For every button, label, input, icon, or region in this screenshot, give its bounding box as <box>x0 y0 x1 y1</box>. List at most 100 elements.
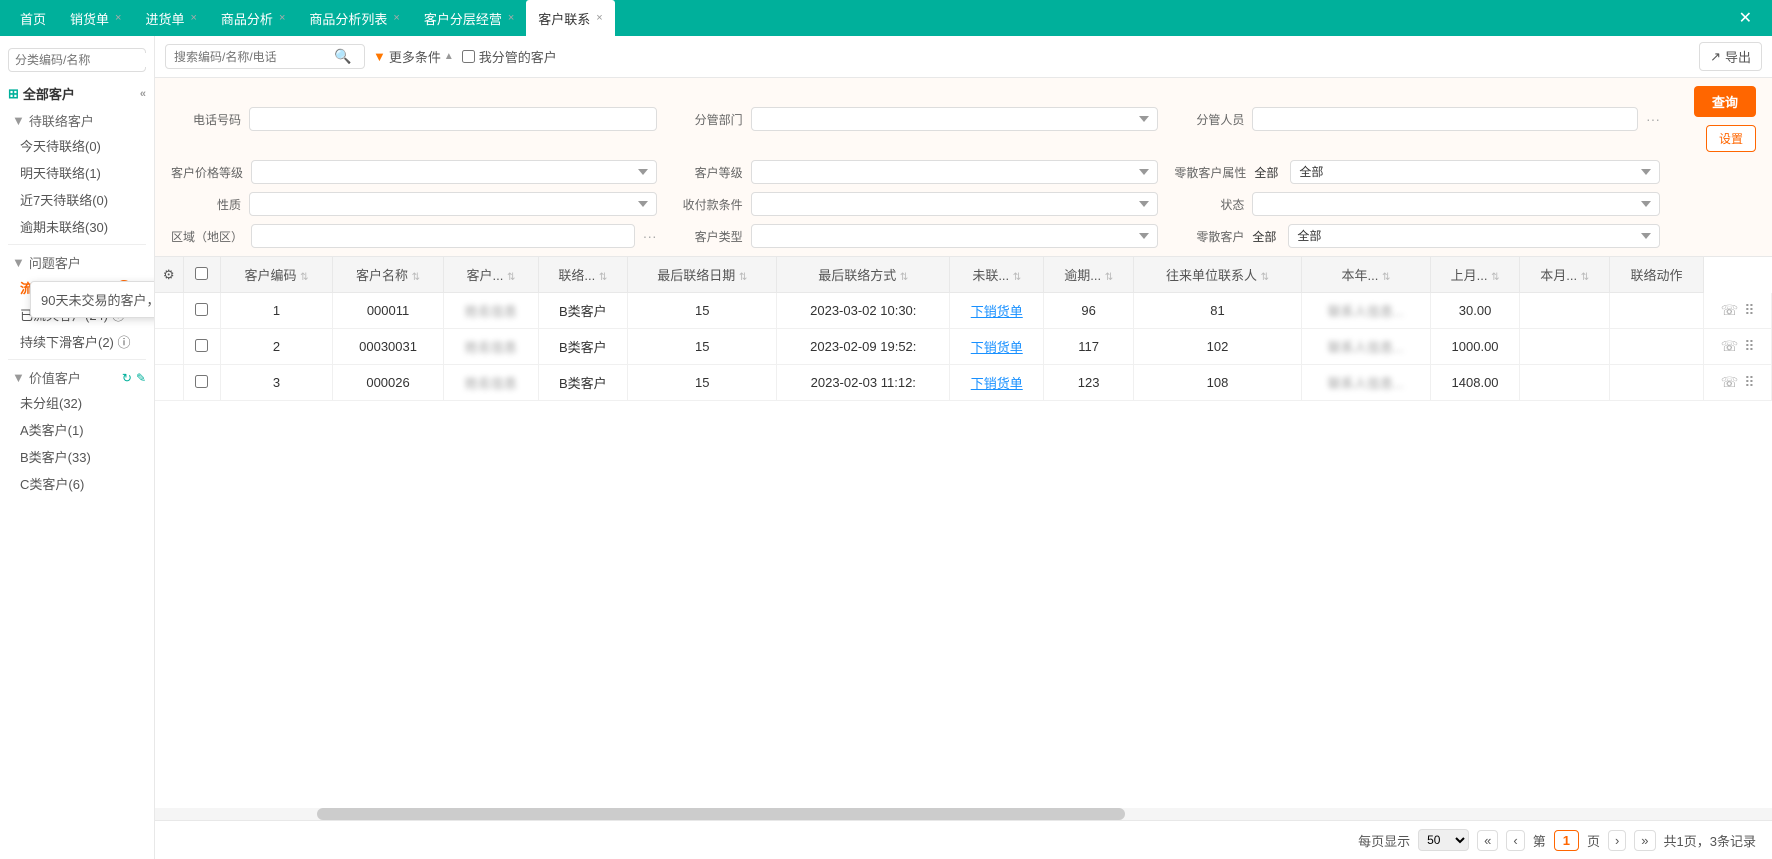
action-contact-icon-0[interactable]: ☏ <box>1721 302 1739 319</box>
sidebar-item-overdue-contact[interactable]: 逾期未联络(30) <box>0 213 154 240</box>
prev-page-btn[interactable]: ‹ <box>1506 830 1524 851</box>
nav-close-product-analysis[interactable]: × <box>279 12 285 24</box>
row-this-year-1: 1000.00 <box>1430 329 1520 365</box>
th-customer-name[interactable]: 客户名称 ⇅ <box>332 257 444 293</box>
table-body: 1 000011 姓名信息 B类客户 15 2023-03-02 10:30: … <box>155 293 1772 401</box>
row-select-1[interactable] <box>195 339 208 352</box>
filter-status-select[interactable] <box>1252 192 1660 216</box>
filter-panel: 电话号码 分管部门 分管人员 ··· 查询 设置 <box>155 78 1772 257</box>
th-last-contact-date[interactable]: 最后联络日期 ⇅ <box>628 257 777 293</box>
filter-phone-input[interactable] <box>249 107 657 131</box>
refresh-icon-value[interactable]: ↻ <box>122 371 132 385</box>
nav-purchase-order[interactable]: 进货单 × <box>133 0 208 36</box>
sidebar-item-7day-contact[interactable]: 近7天待联络(0) <box>0 186 154 213</box>
row-select-2[interactable] <box>195 375 208 388</box>
search-submit-icon[interactable]: 🔍 <box>334 48 351 65</box>
filter-retail-attr-select[interactable]: 全部 <box>1290 160 1660 184</box>
sidebar-group-waiting[interactable]: ▼ 待联络客户 <box>0 107 154 132</box>
sidebar-item-class-a[interactable]: A类客户(1) <box>0 416 154 443</box>
sidebar-collapse-icon[interactable]: « <box>140 88 146 100</box>
filter-nature-select[interactable] <box>249 192 657 216</box>
query-button[interactable]: 查询 <box>1694 86 1756 117</box>
row-this-year-2: 1408.00 <box>1430 365 1520 401</box>
my-customers-checkbox-wrap[interactable]: 我分管的客户 <box>462 47 557 66</box>
th-uncontacted[interactable]: 未联... ⇅ <box>950 257 1044 293</box>
export-button[interactable]: ↗ 导出 <box>1699 42 1762 71</box>
th-last-month[interactable]: 上月... ⇅ <box>1430 257 1520 293</box>
sidebar-all-customers[interactable]: ⊞ 全部客户 « <box>0 80 154 107</box>
th-contacts[interactable]: 往来单位联系人 ⇅ <box>1133 257 1301 293</box>
row-checkbox-0[interactable] <box>183 293 221 329</box>
settings-button[interactable]: 设置 <box>1706 125 1756 152</box>
main-layout: 🔍 ⊞ 全部客户 « ▼ 待联络客户 今天待联络(0) 明天待联络(1) 近7天… <box>0 36 1772 859</box>
filter-customer-level-select[interactable] <box>751 160 1159 184</box>
action-more-icon-1[interactable]: ⠿ <box>1744 338 1754 355</box>
filter-payment-select[interactable] <box>751 192 1159 216</box>
filter-manager-dots[interactable]: ··· <box>1646 111 1660 127</box>
filter-price-level-select[interactable] <box>251 160 657 184</box>
nav-close-sales-order[interactable]: × <box>115 12 121 24</box>
search-input[interactable] <box>174 50 334 64</box>
action-contact-icon-2[interactable]: ☏ <box>1721 374 1739 391</box>
sidebar-item-class-b[interactable]: B类客户(33) <box>0 443 154 470</box>
pagination-bar: 每页显示 50 100 « ‹ 第 1 页 › » 共1页，3条记录 <box>155 820 1772 859</box>
th-overdue[interactable]: 逾期... ⇅ <box>1044 257 1134 293</box>
sidebar-group-value[interactable]: ▼ 价值客户 ↻ ✎ <box>0 364 154 389</box>
filter-region-dots[interactable]: ··· <box>643 228 657 244</box>
filter-customer-type-select[interactable] <box>751 224 1159 248</box>
th-checkbox[interactable] <box>183 257 221 293</box>
th-this-month[interactable]: 本月... ⇅ <box>1520 257 1610 293</box>
sidebar-item-tomorrow-contact[interactable]: 明天待联络(1) <box>0 159 154 186</box>
row-select-0[interactable] <box>195 303 208 316</box>
row-method-1[interactable]: 下销货单 <box>950 329 1044 365</box>
row-checkbox-2[interactable] <box>183 365 221 401</box>
th-customer-code[interactable]: 客户编码 ⇅ <box>221 257 333 293</box>
row-checkbox-1[interactable] <box>183 329 221 365</box>
horizontal-scrollbar[interactable] <box>155 808 1772 820</box>
sidebar-item-today-contact[interactable]: 今天待联络(0) <box>0 132 154 159</box>
page-label: 第 <box>1533 831 1546 850</box>
th-customer-type[interactable]: 客户... ⇅ <box>444 257 538 293</box>
nav-customer-contact[interactable]: 客户联系 × <box>526 0 614 36</box>
action-more-icon-0[interactable]: ⠿ <box>1744 302 1754 319</box>
th-settings[interactable]: ⚙ <box>155 257 183 293</box>
sidebar-group-problem[interactable]: ▼ 问题客户 <box>0 249 154 274</box>
nav-product-analysis[interactable]: 商品分析 × <box>209 0 297 36</box>
action-more-icon-2[interactable]: ⠿ <box>1744 374 1754 391</box>
filter-row-2: 客户价格等级 客户等级 零散客户属性 全部 全部 <box>171 160 1756 184</box>
nav-close-customer-layered[interactable]: × <box>508 12 514 24</box>
nav-close-product-analysis-list[interactable]: × <box>393 12 399 24</box>
sidebar-item-declining[interactable]: 持续下滑客户(2) ⓘ <box>0 328 154 355</box>
table-row: 3 000026 姓名信息 B类客户 15 2023-02-03 11:12: … <box>155 365 1772 401</box>
nav-home[interactable]: 首页 <box>8 0 58 36</box>
window-close-button[interactable]: ✕ <box>1727 8 1764 28</box>
nav-close-purchase-order[interactable]: × <box>190 12 196 24</box>
nav-close-customer-contact[interactable]: × <box>596 12 602 24</box>
sidebar-search-input[interactable] <box>15 53 155 67</box>
first-page-btn[interactable]: « <box>1477 830 1498 851</box>
filter-dept-select[interactable] <box>751 107 1159 131</box>
more-conditions-btn[interactable]: ▼ 更多条件 ▲ <box>373 47 454 66</box>
nav-product-analysis-list[interactable]: 商品分析列表 × <box>297 0 411 36</box>
filter-region-input[interactable] <box>251 224 635 248</box>
scrollbar-thumb[interactable] <box>317 808 1126 820</box>
th-this-year[interactable]: 本年... ⇅ <box>1302 257 1431 293</box>
th-last-contact-method[interactable]: 最后联络方式 ⇅ <box>777 257 950 293</box>
sidebar-item-ungrouped[interactable]: 未分组(32) <box>0 389 154 416</box>
select-all-checkbox[interactable] <box>195 267 208 280</box>
last-page-btn[interactable]: » <box>1634 830 1655 851</box>
row-method-0[interactable]: 下销货单 <box>950 293 1044 329</box>
nav-sales-order[interactable]: 销货单 × <box>58 0 133 36</box>
nav-customer-layered[interactable]: 客户分层经营 × <box>412 0 526 36</box>
next-page-btn[interactable]: › <box>1608 830 1626 851</box>
per-page-select[interactable]: 50 100 <box>1418 829 1469 851</box>
row-this-month-2 <box>1609 365 1703 401</box>
sidebar-item-class-c[interactable]: C类客户(6) <box>0 470 154 497</box>
filter-manager-input[interactable] <box>1252 107 1638 131</box>
th-contact-count[interactable]: 联络... ⇅ <box>538 257 628 293</box>
my-customers-checkbox[interactable] <box>462 50 475 63</box>
filter-retail-customer-select[interactable]: 全部 <box>1288 224 1660 248</box>
row-method-2[interactable]: 下销货单 <box>950 365 1044 401</box>
action-contact-icon-1[interactable]: ☏ <box>1721 338 1739 355</box>
edit-icon-value[interactable]: ✎ <box>136 371 146 385</box>
